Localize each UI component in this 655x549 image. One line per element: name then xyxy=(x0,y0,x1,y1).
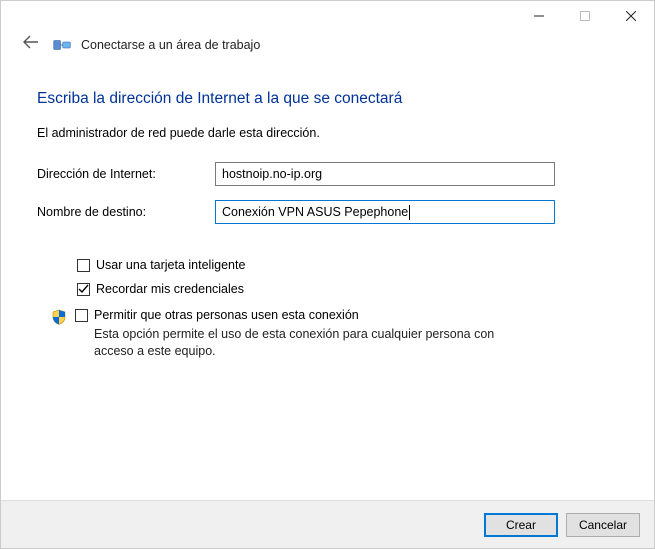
back-button[interactable] xyxy=(19,35,43,54)
minimize-button[interactable] xyxy=(516,1,562,31)
checkbox-allow-others[interactable]: Permitir que otras personas usen esta co… xyxy=(75,308,534,322)
wizard-content: Escriba la dirección de Internet a la qu… xyxy=(1,64,654,360)
wizard-title: Conectarse a un área de trabajo xyxy=(81,38,260,52)
checkbox-icon xyxy=(77,259,90,272)
input-destination-name[interactable]: Conexión VPN ASUS Pepephone xyxy=(215,200,555,224)
wizard-footer: Crear Cancelar xyxy=(1,500,654,548)
row-internet-address: Dirección de Internet: xyxy=(37,162,618,186)
close-button[interactable] xyxy=(608,1,654,31)
text-caret xyxy=(409,205,410,220)
minimize-icon xyxy=(534,11,544,21)
checkbox-icon-checked xyxy=(77,283,90,296)
create-button[interactable]: Crear xyxy=(484,513,558,537)
checkbox-icon xyxy=(75,309,88,322)
wizard-header: Conectarse a un área de trabajo xyxy=(1,31,654,64)
input-internet-address[interactable] xyxy=(215,162,555,186)
checkbox-allow-others-label: Permitir que otras personas usen esta co… xyxy=(94,308,359,322)
row-allow-others: Permitir que otras personas usen esta co… xyxy=(51,308,618,360)
page-heading: Escriba la dirección de Internet a la qu… xyxy=(37,90,618,108)
uac-shield-icon xyxy=(51,309,67,325)
maximize-button xyxy=(562,1,608,31)
titlebar xyxy=(1,1,654,31)
row-destination-name: Nombre de destino: Conexión VPN ASUS Pep… xyxy=(37,200,618,224)
checkbox-remember-label: Recordar mis credenciales xyxy=(96,282,244,296)
close-icon xyxy=(626,11,636,21)
checkbox-remember-credentials[interactable]: Recordar mis credenciales xyxy=(77,282,618,296)
label-destination-name: Nombre de destino: xyxy=(37,205,215,219)
page-subtext: El administrador de red puede darle esta… xyxy=(37,126,618,140)
cancel-button[interactable]: Cancelar xyxy=(566,513,640,537)
back-arrow-icon xyxy=(23,35,39,49)
options-block: Usar una tarjeta inteligente Recordar mi… xyxy=(77,258,618,296)
check-icon xyxy=(78,284,89,295)
allow-others-description: Esta opción permite el uso de esta conex… xyxy=(94,326,534,360)
workplace-icon xyxy=(53,38,71,52)
checkbox-smartcard[interactable]: Usar una tarjeta inteligente xyxy=(77,258,618,272)
maximize-icon xyxy=(580,11,590,21)
checkbox-smartcard-label: Usar una tarjeta inteligente xyxy=(96,258,245,272)
label-internet-address: Dirección de Internet: xyxy=(37,167,215,181)
